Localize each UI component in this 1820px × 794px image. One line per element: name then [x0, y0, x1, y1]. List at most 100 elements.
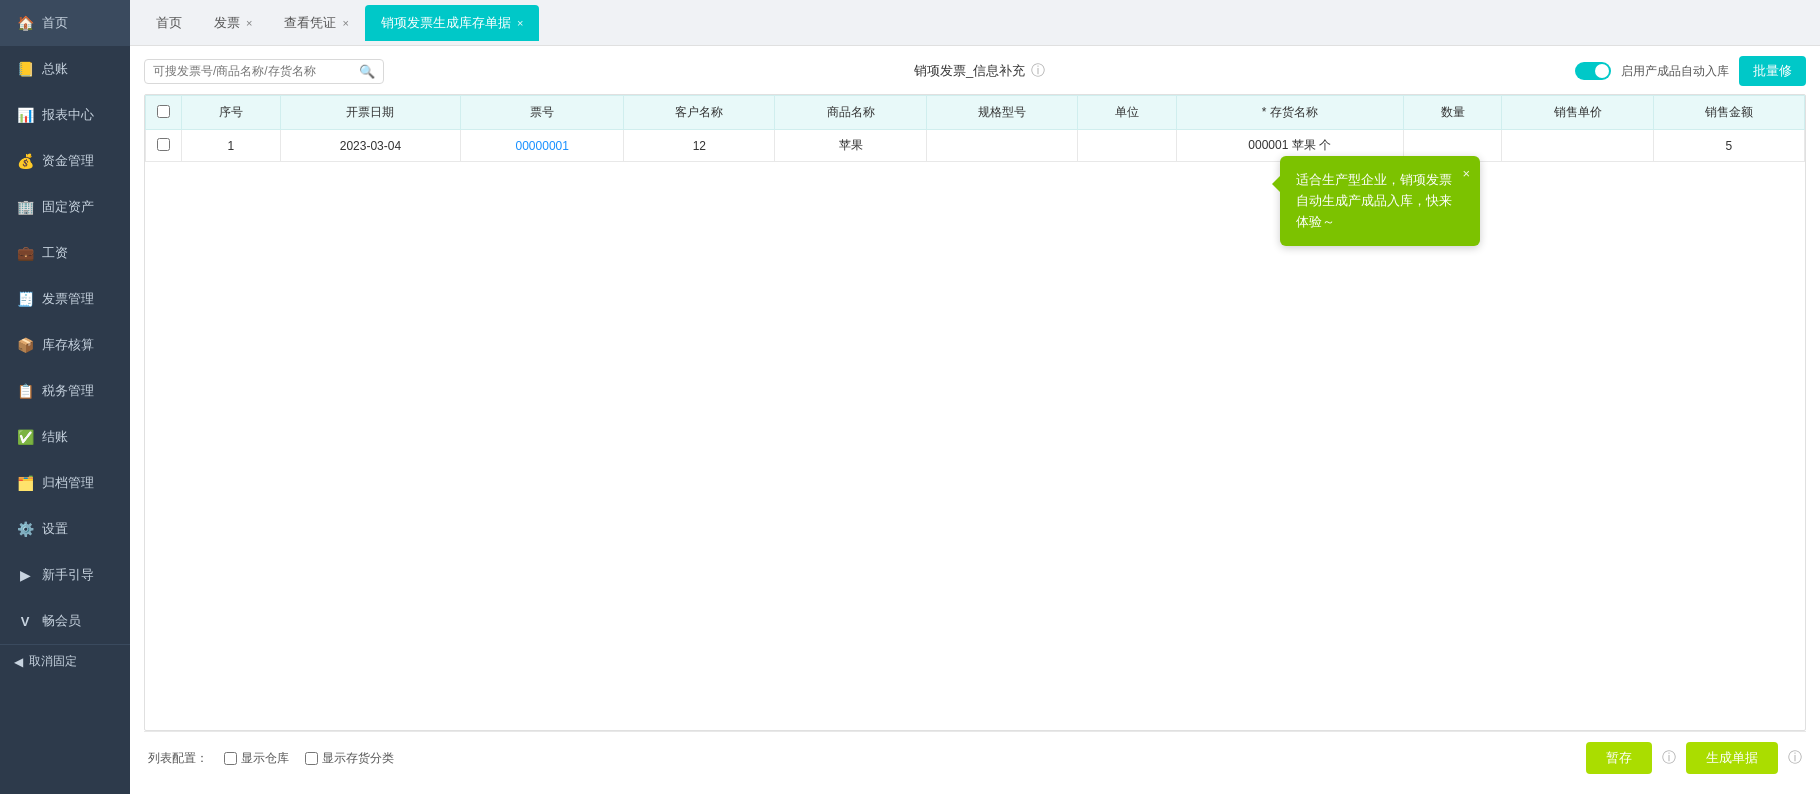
sidebar-item-settle[interactable]: ✅ 结账: [0, 414, 130, 460]
row-checkbox-cell: [146, 130, 182, 162]
center-label: 销项发票_信息补充: [914, 62, 1025, 80]
ledger-icon: 📒: [16, 60, 34, 78]
sidebar-item-invoices[interactable]: 🧾 发票管理: [0, 276, 130, 322]
unpin-button[interactable]: ◀ 取消固定: [0, 644, 130, 678]
sidebar-item-label: 结账: [42, 428, 68, 446]
unpin-icon: ◀: [14, 655, 23, 669]
row-checkbox[interactable]: [157, 138, 170, 151]
auto-inbound-toggle[interactable]: [1575, 62, 1611, 80]
info-icon[interactable]: ⓘ: [1031, 62, 1045, 80]
tab-stock-form-close[interactable]: ×: [517, 17, 523, 29]
sidebar-item-assets[interactable]: 🏢 固定资产: [0, 184, 130, 230]
tab-stock-form[interactable]: 销项发票生成库存单据 ×: [365, 5, 539, 41]
search-box[interactable]: 🔍: [144, 59, 384, 84]
home-icon: 🏠: [16, 14, 34, 32]
toggle-label: 启用产成品自动入库: [1621, 63, 1729, 80]
funds-icon: 💰: [16, 152, 34, 170]
header-customer: 客户名称: [624, 96, 775, 130]
sidebar-item-label: 库存核算: [42, 336, 94, 354]
sidebar-item-archive[interactable]: 🗂️ 归档管理: [0, 460, 130, 506]
bottom-actions: 暂存 ⓘ 生成单据 ⓘ: [1586, 742, 1802, 774]
sidebar-item-inventory[interactable]: 📦 库存核算: [0, 322, 130, 368]
tab-invoice-close[interactable]: ×: [246, 17, 252, 29]
sidebar-item-label: 首页: [42, 14, 68, 32]
select-all-checkbox[interactable]: [157, 105, 170, 118]
archive-icon: 🗂️: [16, 474, 34, 492]
header-product-name: 商品名称: [775, 96, 926, 130]
sidebar-item-home[interactable]: 🏠 首页: [0, 0, 130, 46]
header-sale-amount: 销售金额: [1653, 96, 1804, 130]
sidebar-item-label: 归档管理: [42, 474, 94, 492]
sidebar-item-settings[interactable]: ⚙️ 设置: [0, 506, 130, 552]
unpin-label: 取消固定: [29, 653, 77, 670]
header-spec: 规格型号: [926, 96, 1077, 130]
sidebar-item-tax[interactable]: 📋 税务管理: [0, 368, 130, 414]
top-right: 启用产成品自动入库 批量修: [1575, 56, 1806, 86]
content-area: 🔍 销项发票_信息补充 ⓘ 启用产成品自动入库 批量修: [130, 46, 1820, 794]
tab-invoice-label: 发票: [214, 14, 240, 32]
header-seq: 序号: [182, 96, 281, 130]
sidebar-item-label: 报表中心: [42, 106, 94, 124]
sidebar-item-wages[interactable]: 💼 工资: [0, 230, 130, 276]
save-button[interactable]: 暂存: [1586, 742, 1652, 774]
table-body: 1 2023-03-04 00000001 12 苹果 000001 苹果 个 …: [146, 130, 1805, 162]
settings-icon: ⚙️: [16, 520, 34, 538]
tab-home[interactable]: 首页: [140, 5, 198, 41]
top-bar: 🔍 销项发票_信息补充 ⓘ 启用产成品自动入库 批量修: [144, 56, 1806, 86]
show-warehouse-label[interactable]: 显示仓库: [224, 750, 289, 767]
sidebar-item-label: 畅会员: [42, 612, 81, 630]
tax-icon: 📋: [16, 382, 34, 400]
save-help-icon[interactable]: ⓘ: [1662, 749, 1676, 767]
header-price-check: 销售单价: [1502, 96, 1653, 130]
header-checkbox-col: [146, 96, 182, 130]
sidebar-item-ledger[interactable]: 📒 总账: [0, 46, 130, 92]
header-unit: 单位: [1077, 96, 1176, 130]
list-config-label: 列表配置：: [148, 750, 208, 767]
row-product-name: 苹果: [775, 130, 926, 162]
tooltip-close[interactable]: ×: [1462, 164, 1470, 185]
sidebar-item-funds[interactable]: 💰 资金管理: [0, 138, 130, 184]
batch-button[interactable]: 批量修: [1739, 56, 1806, 86]
show-category-label[interactable]: 显示存货分类: [305, 750, 394, 767]
generate-button[interactable]: 生成单据: [1686, 742, 1778, 774]
generate-help-icon[interactable]: ⓘ: [1788, 749, 1802, 767]
table-row: 1 2023-03-04 00000001 12 苹果 000001 苹果 个 …: [146, 130, 1805, 162]
show-warehouse-checkbox[interactable]: [224, 752, 237, 765]
sidebar-item-vip[interactable]: V 畅会员: [0, 598, 130, 644]
sidebar-item-label: 总账: [42, 60, 68, 78]
top-center: 销项发票_信息补充 ⓘ: [914, 62, 1045, 80]
table-container: 序号 开票日期 票号 客户名称 商品名称 规格型号 单位 * 存货名称 数量 销…: [144, 94, 1806, 731]
guide-icon: ▶: [16, 566, 34, 584]
vip-icon: V: [16, 612, 34, 630]
sidebar: 🏠 首页 📒 总账 📊 报表中心 💰 资金管理 🏢 固定资产 💼 工资 🧾 发票…: [0, 0, 130, 794]
ticket-link[interactable]: 00000001: [516, 139, 569, 153]
tab-bar: 首页 发票 × 查看凭证 × 销项发票生成库存单据 ×: [130, 0, 1820, 46]
tab-home-label: 首页: [156, 14, 182, 32]
sidebar-item-reports[interactable]: 📊 报表中心: [0, 92, 130, 138]
sidebar-item-label: 税务管理: [42, 382, 94, 400]
sidebar-item-label: 工资: [42, 244, 68, 262]
row-customer: 12: [624, 130, 775, 162]
invoices-icon: 🧾: [16, 290, 34, 308]
tooltip-box: × 适合生产型企业，销项发票自动生成产成品入库，快来体验～: [1280, 156, 1480, 246]
sidebar-item-label: 发票管理: [42, 290, 94, 308]
row-ticket-no: 00000001: [461, 130, 624, 162]
sidebar-item-label: 新手引导: [42, 566, 94, 584]
tab-invoice[interactable]: 发票 ×: [198, 5, 268, 41]
reports-icon: 📊: [16, 106, 34, 124]
row-sale-amount: 5: [1653, 130, 1804, 162]
tab-voucher-label: 查看凭证: [284, 14, 336, 32]
header-stock-name: * 存货名称: [1176, 96, 1403, 130]
show-category-text: 显示存货分类: [322, 750, 394, 767]
row-price-check: [1502, 130, 1653, 162]
row-seq: 1: [182, 130, 281, 162]
sidebar-item-label: 设置: [42, 520, 68, 538]
search-input[interactable]: [153, 64, 353, 78]
row-spec: [926, 130, 1077, 162]
header-open-date: 开票日期: [280, 96, 461, 130]
show-category-checkbox[interactable]: [305, 752, 318, 765]
tab-voucher[interactable]: 查看凭证 ×: [268, 5, 364, 41]
tab-voucher-close[interactable]: ×: [342, 17, 348, 29]
tab-stock-form-label: 销项发票生成库存单据: [381, 14, 511, 32]
sidebar-item-guide[interactable]: ▶ 新手引导: [0, 552, 130, 598]
